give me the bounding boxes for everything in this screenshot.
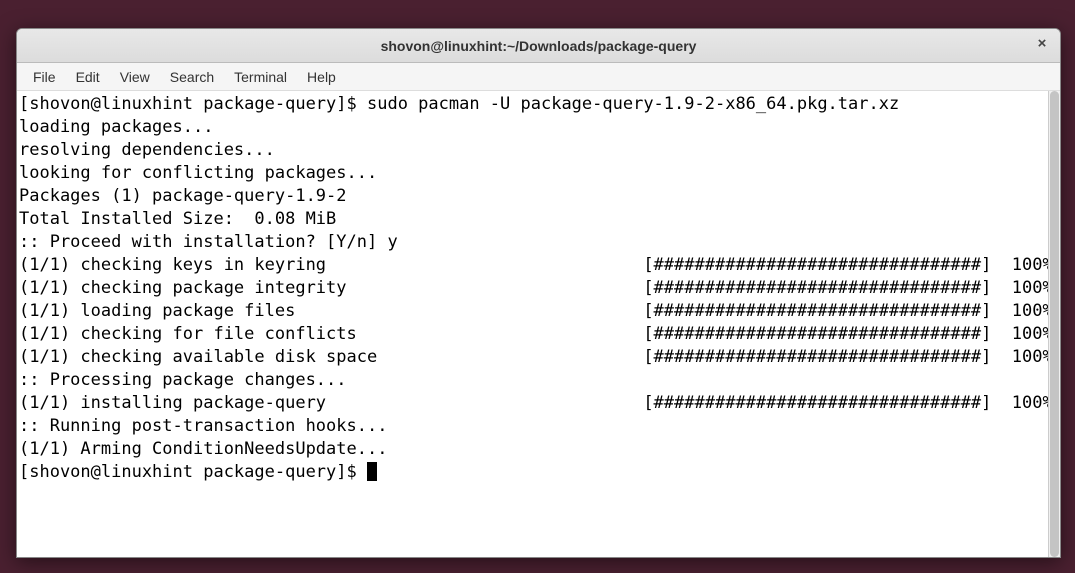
terminal-line: Packages (1) package-query-1.9-2 <box>19 185 1058 208</box>
terminal-line: :: Running post-transaction hooks... <box>19 415 1058 438</box>
terminal-line: (1/1) checking available disk space [###… <box>19 346 1058 369</box>
terminal-line: resolving dependencies... <box>19 139 1058 162</box>
terminal-line: looking for conflicting packages... <box>19 162 1058 185</box>
menu-edit[interactable]: Edit <box>66 65 110 89</box>
window-title: shovon@linuxhint:~/Downloads/package-que… <box>381 38 697 54</box>
terminal-line: loading packages... <box>19 116 1058 139</box>
menu-search[interactable]: Search <box>160 65 224 89</box>
window-titlebar[interactable]: shovon@linuxhint:~/Downloads/package-que… <box>17 29 1060 63</box>
terminal-line: (1/1) installing package-query [########… <box>19 392 1058 415</box>
terminal-cursor <box>367 462 377 481</box>
terminal-line: (1/1) loading package files [###########… <box>19 300 1058 323</box>
menu-terminal[interactable]: Terminal <box>224 65 297 89</box>
terminal-line: Total Installed Size: 0.08 MiB <box>19 208 1058 231</box>
terminal-line: (1/1) checking keys in keyring [########… <box>19 254 1058 277</box>
menu-help[interactable]: Help <box>297 65 346 89</box>
terminal-line: (1/1) Arming ConditionNeedsUpdate... <box>19 438 1058 461</box>
menu-file[interactable]: File <box>23 65 66 89</box>
scrollbar-vertical[interactable] <box>1048 91 1060 557</box>
terminal-line: (1/1) checking package integrity [######… <box>19 277 1058 300</box>
terminal-line: :: Proceed with installation? [Y/n] y <box>19 231 1058 254</box>
terminal-window: shovon@linuxhint:~/Downloads/package-que… <box>16 28 1061 558</box>
terminal-line: [shovon@linuxhint package-query]$ sudo p… <box>19 93 1058 116</box>
menu-view[interactable]: View <box>110 65 160 89</box>
scrollbar-thumb[interactable] <box>1050 91 1059 557</box>
terminal-line: (1/1) checking for file conflicts [#####… <box>19 323 1058 346</box>
terminal-line: :: Processing package changes... <box>19 369 1058 392</box>
close-button[interactable]: × <box>1034 37 1050 53</box>
menubar: File Edit View Search Terminal Help <box>17 63 1060 91</box>
terminal-area[interactable]: [shovon@linuxhint package-query]$ sudo p… <box>17 91 1060 557</box>
terminal-prompt: [shovon@linuxhint package-query]$ <box>19 461 1058 484</box>
